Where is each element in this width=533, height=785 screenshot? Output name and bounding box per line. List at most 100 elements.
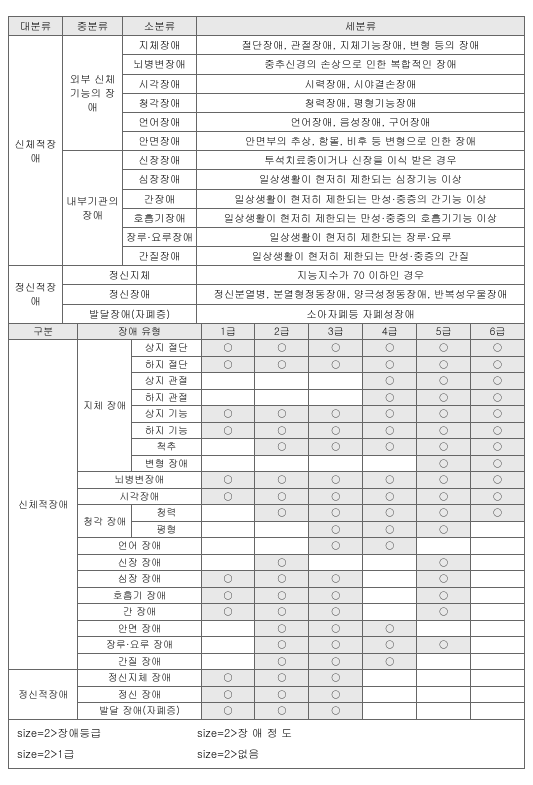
grade-cell — [201, 455, 255, 472]
grade-cell: ○ — [471, 356, 525, 373]
grade-cell: ○ — [417, 521, 471, 538]
t1-detail: 일상생활이 현저히 제한되는 심장기능 이상 — [197, 170, 525, 189]
t1-sub: 신장장애 — [123, 151, 197, 170]
t2-h-gubun: 구분 — [9, 323, 78, 340]
t1-detail: 일상생활이 현저히 제한되는 만성·중증의 간기능 이상 — [197, 189, 525, 208]
grade-cell: ○ — [309, 620, 363, 637]
t2-h-type: 장애 유형 — [78, 323, 201, 340]
grade-cell — [417, 686, 471, 703]
grade-cell: ○ — [417, 406, 471, 423]
t2-sub: 간 장애 — [78, 604, 201, 621]
grade-cell: ○ — [363, 538, 417, 555]
grade-cell: ○ — [363, 389, 417, 406]
t2-sub: 하지 관절 — [132, 389, 201, 406]
grade-cell — [363, 686, 417, 703]
t1-detail: 투석치료중이거나 신장을 이식 받은 경우 — [197, 151, 525, 170]
t1-sub: 시각장애 — [123, 74, 197, 93]
grade-cell: ○ — [255, 554, 309, 571]
grade-cell — [309, 554, 363, 571]
grade-cell — [471, 686, 525, 703]
grade-cell: ○ — [363, 637, 417, 654]
t1-big1: 신체적장애 — [9, 36, 63, 266]
t1-mid2: 내부기관의 장애 — [63, 151, 123, 266]
grade-cell: ○ — [417, 554, 471, 571]
grade-cell — [309, 455, 363, 472]
grade-cell — [201, 653, 255, 670]
grade-cell: ○ — [201, 340, 255, 357]
grade-cell — [201, 389, 255, 406]
grade-cell: ○ — [255, 653, 309, 670]
grade-table: 구분 장애 유형 1급 2급 3급 4급 5급 6급 신체적장애지체 장애상지 … — [8, 323, 525, 720]
t1-detail: 정신분열병, 분열형정동장애, 양극성정동장애, 반복성우울장애 — [197, 285, 525, 304]
grade-cell: ○ — [471, 505, 525, 522]
grade-cell: ○ — [255, 472, 309, 489]
t2-h-g1: 1급 — [201, 323, 255, 340]
foot-b2: size=2>없음 — [197, 747, 259, 762]
t1-sub: 간질장애 — [123, 247, 197, 266]
t2-sub: 청력 — [132, 505, 201, 522]
grade-cell — [255, 538, 309, 555]
t1-h2: 중분류 — [63, 17, 123, 36]
t1-h1: 대분류 — [9, 17, 63, 36]
grade-cell: ○ — [363, 521, 417, 538]
grade-cell: ○ — [417, 455, 471, 472]
grade-cell: ○ — [417, 505, 471, 522]
grade-cell — [471, 653, 525, 670]
grade-cell — [309, 389, 363, 406]
grade-cell: ○ — [417, 422, 471, 439]
grade-cell: ○ — [309, 703, 363, 720]
grade-cell: ○ — [309, 538, 363, 555]
t1-sub: 뇌병변장애 — [123, 55, 197, 74]
grade-cell — [363, 670, 417, 687]
grade-cell — [201, 538, 255, 555]
grade-cell — [471, 571, 525, 588]
grade-cell: ○ — [255, 670, 309, 687]
grade-cell: ○ — [309, 356, 363, 373]
grade-cell: ○ — [201, 488, 255, 505]
grade-cell — [471, 554, 525, 571]
grade-cell: ○ — [255, 637, 309, 654]
grade-cell: ○ — [417, 389, 471, 406]
grade-cell: ○ — [309, 653, 363, 670]
t2-mid-cheong: 청각 장애 — [78, 505, 132, 538]
grade-cell: ○ — [309, 637, 363, 654]
grade-cell — [417, 653, 471, 670]
grade-cell: ○ — [255, 571, 309, 588]
grade-cell: ○ — [363, 356, 417, 373]
grade-cell: ○ — [417, 587, 471, 604]
grade-cell: ○ — [309, 505, 363, 522]
foot-a1: size=2>장애등급 — [17, 726, 197, 741]
grade-cell: ○ — [309, 488, 363, 505]
t1-sub: 안면장애 — [123, 132, 197, 151]
grade-cell: ○ — [417, 637, 471, 654]
grade-cell: ○ — [417, 571, 471, 588]
t2-h-g2: 2급 — [255, 323, 309, 340]
grade-cell — [363, 604, 417, 621]
t2-sub: 뇌병변장애 — [78, 472, 201, 489]
t1-detail: 일상생활이 현저히 제한되는 만성·중증의 호흡기기능 이상 — [197, 208, 525, 227]
grade-cell: ○ — [201, 571, 255, 588]
grade-cell: ○ — [363, 505, 417, 522]
grade-cell: ○ — [255, 620, 309, 637]
grade-cell — [471, 670, 525, 687]
grade-cell: ○ — [255, 587, 309, 604]
grade-cell: ○ — [309, 472, 363, 489]
grade-cell — [201, 521, 255, 538]
grade-cell: ○ — [255, 422, 309, 439]
foot-a2: size=2>장 애 정 도 — [197, 726, 292, 741]
grade-cell: ○ — [471, 406, 525, 423]
t1-sub: 장루·요루장애 — [123, 227, 197, 246]
grade-cell: ○ — [201, 670, 255, 687]
grade-cell — [201, 637, 255, 654]
grade-cell: ○ — [417, 472, 471, 489]
grade-cell: ○ — [309, 422, 363, 439]
grade-cell: ○ — [255, 488, 309, 505]
grade-cell — [417, 538, 471, 555]
grade-cell: ○ — [201, 406, 255, 423]
grade-cell — [471, 587, 525, 604]
t2-sub: 정신지체 장애 — [78, 670, 201, 687]
t1-detail: 중추신경의 손상으로 인한 복합적인 장애 — [197, 55, 525, 74]
t2-sub: 정신 장애 — [78, 686, 201, 703]
t2-h-g3: 3급 — [309, 323, 363, 340]
grade-cell: ○ — [255, 340, 309, 357]
